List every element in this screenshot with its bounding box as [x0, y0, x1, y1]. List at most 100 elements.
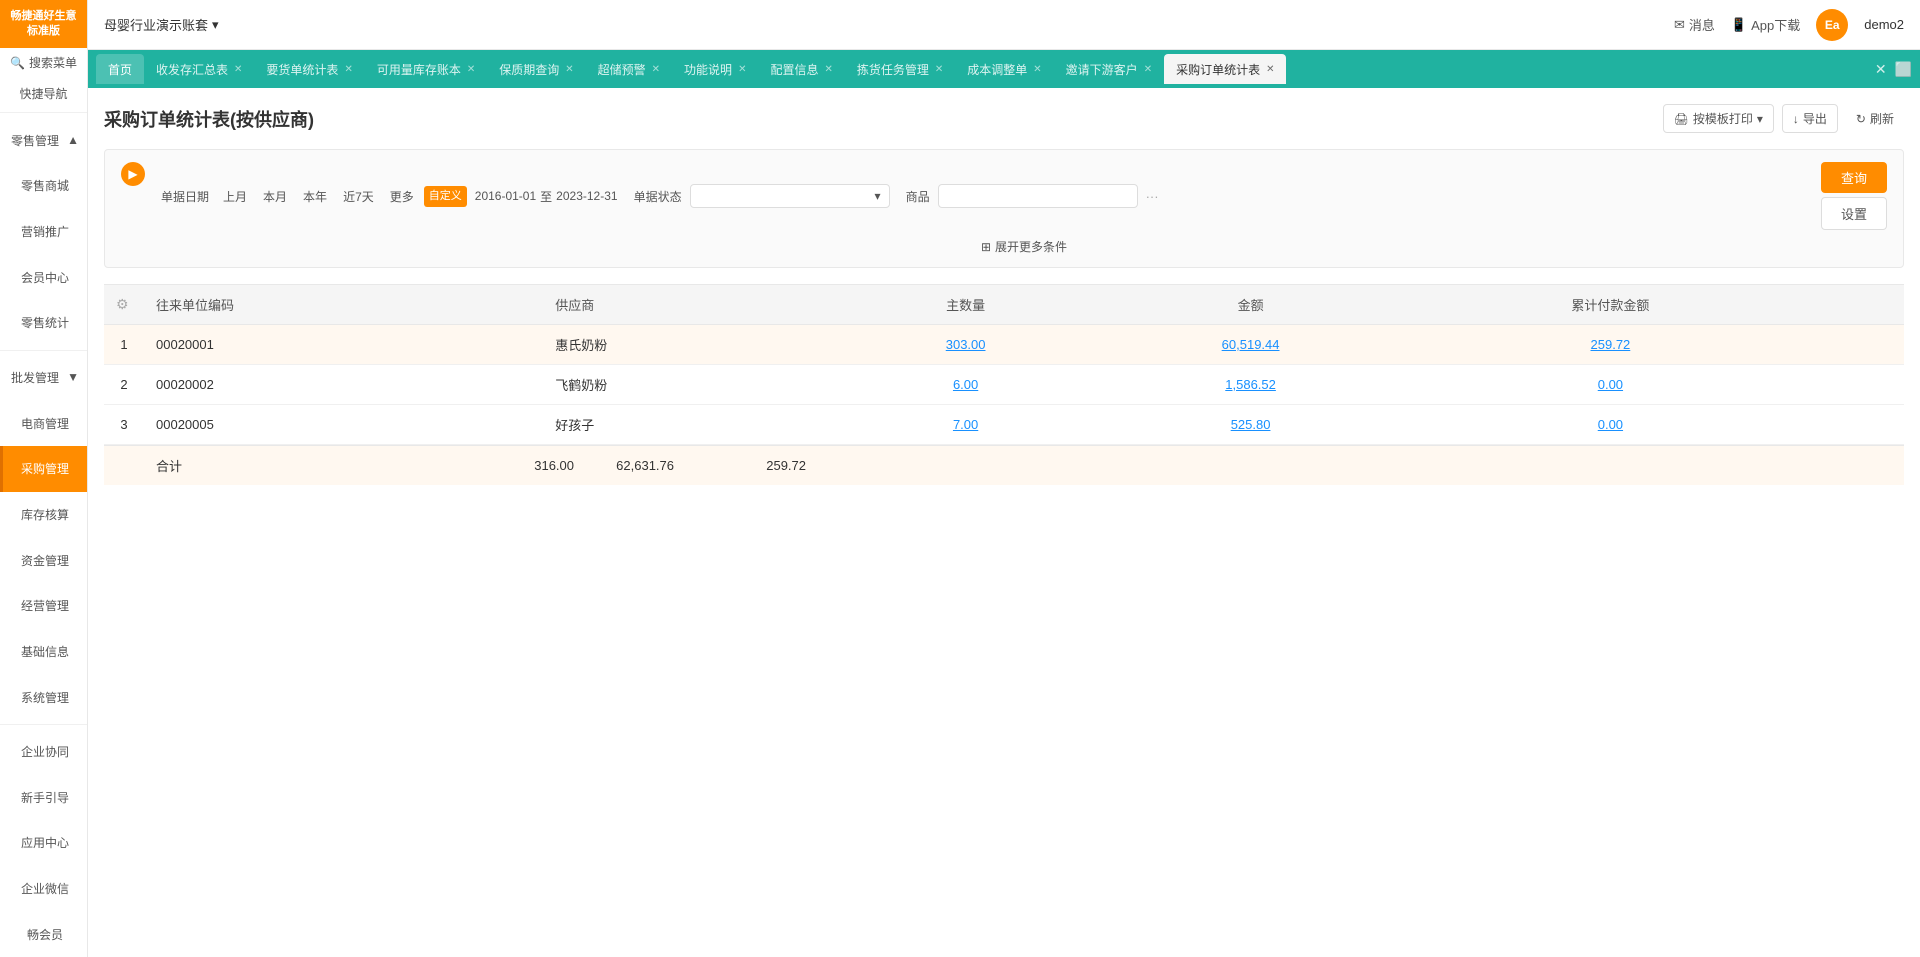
date-shortcuts: 上月 本月 本年 近7天 更多 自定义 [217, 186, 467, 207]
sidebar-search[interactable]: 🔍 搜索菜单 [0, 48, 87, 78]
date-label: 单据日期 [161, 188, 209, 205]
cell-index: 1 [104, 325, 144, 365]
download-icon: 📱 [1731, 17, 1747, 33]
tab-stock-ledger[interactable]: 可用量库存账本 ✕ [365, 54, 487, 84]
cell-code: 00020001 [144, 325, 543, 365]
column-settings-icon[interactable]: ⚙ [116, 296, 129, 312]
sidebar-item-marketing[interactable]: 营销推广 [0, 209, 87, 255]
status-select[interactable]: ▾ [690, 184, 890, 208]
amount-link[interactable]: 1,586.52 [1225, 377, 1276, 392]
tab-function-desc[interactable]: 功能说明 ✕ [672, 54, 758, 84]
tab-overstock-warning[interactable]: 超储预警 ✕ [586, 54, 672, 84]
tab-close-purchase-order-stat[interactable]: ✕ [1266, 64, 1274, 75]
shortcut-more[interactable]: 更多 [384, 186, 420, 207]
sidebar-item-ecommerce[interactable]: 电商管理 [0, 400, 87, 446]
expand-btn[interactable]: ⊞ 展开更多条件 [981, 238, 1067, 255]
filter-toggle-arrow[interactable]: ▶ [121, 162, 145, 186]
tab-picking-task[interactable]: 拣货任务管理 ✕ [845, 54, 955, 84]
sidebar-item-wechat[interactable]: 企业微信 [0, 866, 87, 912]
cell-supplier: 飞鹤奶粉 [543, 365, 841, 405]
tab-home[interactable]: 首页 [96, 54, 144, 84]
sidebar-item-purchase[interactable]: 采购管理 [0, 446, 87, 492]
sidebar: 畅捷通好生意 标准版 🔍 搜索菜单 快捷导航 零售管理 ▲ 零售商城 营销推广 … [0, 0, 88, 957]
page-title-row: 采购订单统计表(按供应商) 🖨 按模板打印 ▾ ↓ 导出 ↻ 刷新 [104, 104, 1904, 133]
tab-config-info[interactable]: 配置信息 ✕ [758, 54, 844, 84]
topbar-right: ✉ 消息 📱 App下载 Ea demo2 [1674, 9, 1904, 41]
tab-close-invite-downstream[interactable]: ✕ [1144, 64, 1152, 75]
tab-receive-summary[interactable]: 收发存汇总表 ✕ [144, 54, 254, 84]
sidebar-item-enterprise[interactable]: 企业协同 [0, 729, 87, 775]
sidebar-quick-nav[interactable]: 快捷导航 [0, 78, 87, 108]
print-dropdown-icon: ▾ [1757, 112, 1763, 126]
settings-btn[interactable]: 设置 [1821, 197, 1887, 230]
sidebar-item-retail-stat[interactable]: 零售统计 [0, 300, 87, 346]
tab-close-function-desc[interactable]: ✕ [738, 64, 746, 75]
tab-invite-downstream[interactable]: 邀请下游客户 ✕ [1054, 54, 1164, 84]
sidebar-item-retail-mgmt[interactable]: 零售管理 ▲ [0, 117, 87, 163]
qty-link[interactable]: 303.00 [946, 337, 986, 352]
cell-paid: 259.72 [1411, 325, 1810, 365]
col-paid: 累计付款金额 [1411, 285, 1810, 325]
sidebar-item-operation[interactable]: 经营管理 [0, 583, 87, 629]
export-btn[interactable]: ↓ 导出 [1782, 104, 1838, 133]
shortcut-last-month[interactable]: 上月 [217, 186, 253, 207]
goods-label: 商品 [906, 188, 930, 205]
tab-expiry-query[interactable]: 保质期查询 ✕ [487, 54, 585, 84]
tab-close-receive-summary[interactable]: ✕ [234, 64, 242, 75]
tab-close-overstock-warning[interactable]: ✕ [652, 64, 660, 75]
cell-paid: 0.00 [1411, 405, 1810, 445]
cell-qty: 6.00 [841, 365, 1091, 405]
tab-purchase-summary[interactable]: 要货单统计表 ✕ [254, 54, 364, 84]
user-avatar[interactable]: Ea [1816, 9, 1848, 41]
shortcut-7days[interactable]: 近7天 [337, 186, 380, 207]
cell-index: 2 [104, 365, 144, 405]
app-download-btn[interactable]: 📱 App下载 [1731, 15, 1800, 34]
sidebar-item-wholesale[interactable]: 批发管理 ▼ [0, 355, 87, 401]
tab-close-config-info[interactable]: ✕ [824, 64, 832, 75]
goods-input[interactable] [938, 184, 1138, 208]
tab-close-picking-task[interactable]: ✕ [935, 64, 943, 75]
topbar: 母婴行业演示账套 ▾ ✉ 消息 📱 App下载 Ea demo2 [88, 0, 1920, 50]
col-extra [1810, 285, 1904, 325]
tab-close-cost-adjust[interactable]: ✕ [1033, 64, 1041, 75]
sidebar-item-system[interactable]: 系统管理 [0, 674, 87, 720]
sidebar-item-basic[interactable]: 基础信息 [0, 629, 87, 675]
sidebar-item-inventory[interactable]: 库存核算 [0, 492, 87, 538]
sidebar-item-finance[interactable]: 资金管理 [0, 537, 87, 583]
date-range-display: 2016-01-01 至 2023-12-31 [475, 188, 618, 205]
table-row: 3 00020005 好孩子 7.00 525.80 0.00 [104, 405, 1904, 445]
page-container: 采购订单统计表(按供应商) 🖨 按模板打印 ▾ ↓ 导出 ↻ 刷新 [88, 88, 1920, 957]
sidebar-item-guide[interactable]: 新手引导 [0, 774, 87, 820]
tab-close-purchase-summary[interactable]: ✕ [344, 64, 352, 75]
sidebar-item-retail-store[interactable]: 零售商城 [0, 163, 87, 209]
workspace-selector[interactable]: 母婴行业演示账套 ▾ [104, 15, 219, 34]
date-to: 2023-12-31 [556, 189, 617, 203]
main-area: 母婴行业演示账套 ▾ ✉ 消息 📱 App下载 Ea demo2 首页 收发存汇… [88, 0, 1920, 957]
sidebar-item-member[interactable]: 会员中心 [0, 254, 87, 300]
tab-bar-actions: ✕ ⬜ [1875, 61, 1912, 78]
amount-link[interactable]: 525.80 [1231, 417, 1271, 432]
tab-close-all-icon[interactable]: ✕ [1875, 61, 1887, 78]
tab-close-stock-ledger[interactable]: ✕ [467, 64, 475, 75]
sidebar-item-member2[interactable]: 畅会员 [0, 911, 87, 957]
qty-link[interactable]: 6.00 [953, 377, 978, 392]
shortcut-this-month[interactable]: 本月 [257, 186, 293, 207]
sidebar-item-app-center[interactable]: 应用中心 [0, 820, 87, 866]
paid-link[interactable]: 0.00 [1598, 417, 1623, 432]
tab-close-expiry-query[interactable]: ✕ [565, 64, 573, 75]
query-btn[interactable]: 查询 [1821, 162, 1887, 193]
tab-cost-adjust[interactable]: 成本调整单 ✕ [955, 54, 1053, 84]
refresh-btn[interactable]: ↻ 刷新 [1846, 105, 1904, 132]
paid-link[interactable]: 0.00 [1598, 377, 1623, 392]
goods-more-icon: ··· [1146, 189, 1159, 204]
paid-link[interactable]: 259.72 [1591, 337, 1631, 352]
tab-purchase-order-stat[interactable]: 采购订单统计表 ✕ [1164, 54, 1286, 84]
amount-link[interactable]: 60,519.44 [1222, 337, 1280, 352]
print-btn[interactable]: 🖨 按模板打印 ▾ [1663, 104, 1774, 133]
goods-filter-group: 商品 ··· [906, 184, 1159, 208]
qty-link[interactable]: 7.00 [953, 417, 978, 432]
shortcut-this-year[interactable]: 本年 [297, 186, 333, 207]
message-btn[interactable]: ✉ 消息 [1674, 15, 1715, 34]
cell-amount: 525.80 [1090, 405, 1410, 445]
tab-maximize-icon[interactable]: ⬜ [1895, 61, 1912, 78]
